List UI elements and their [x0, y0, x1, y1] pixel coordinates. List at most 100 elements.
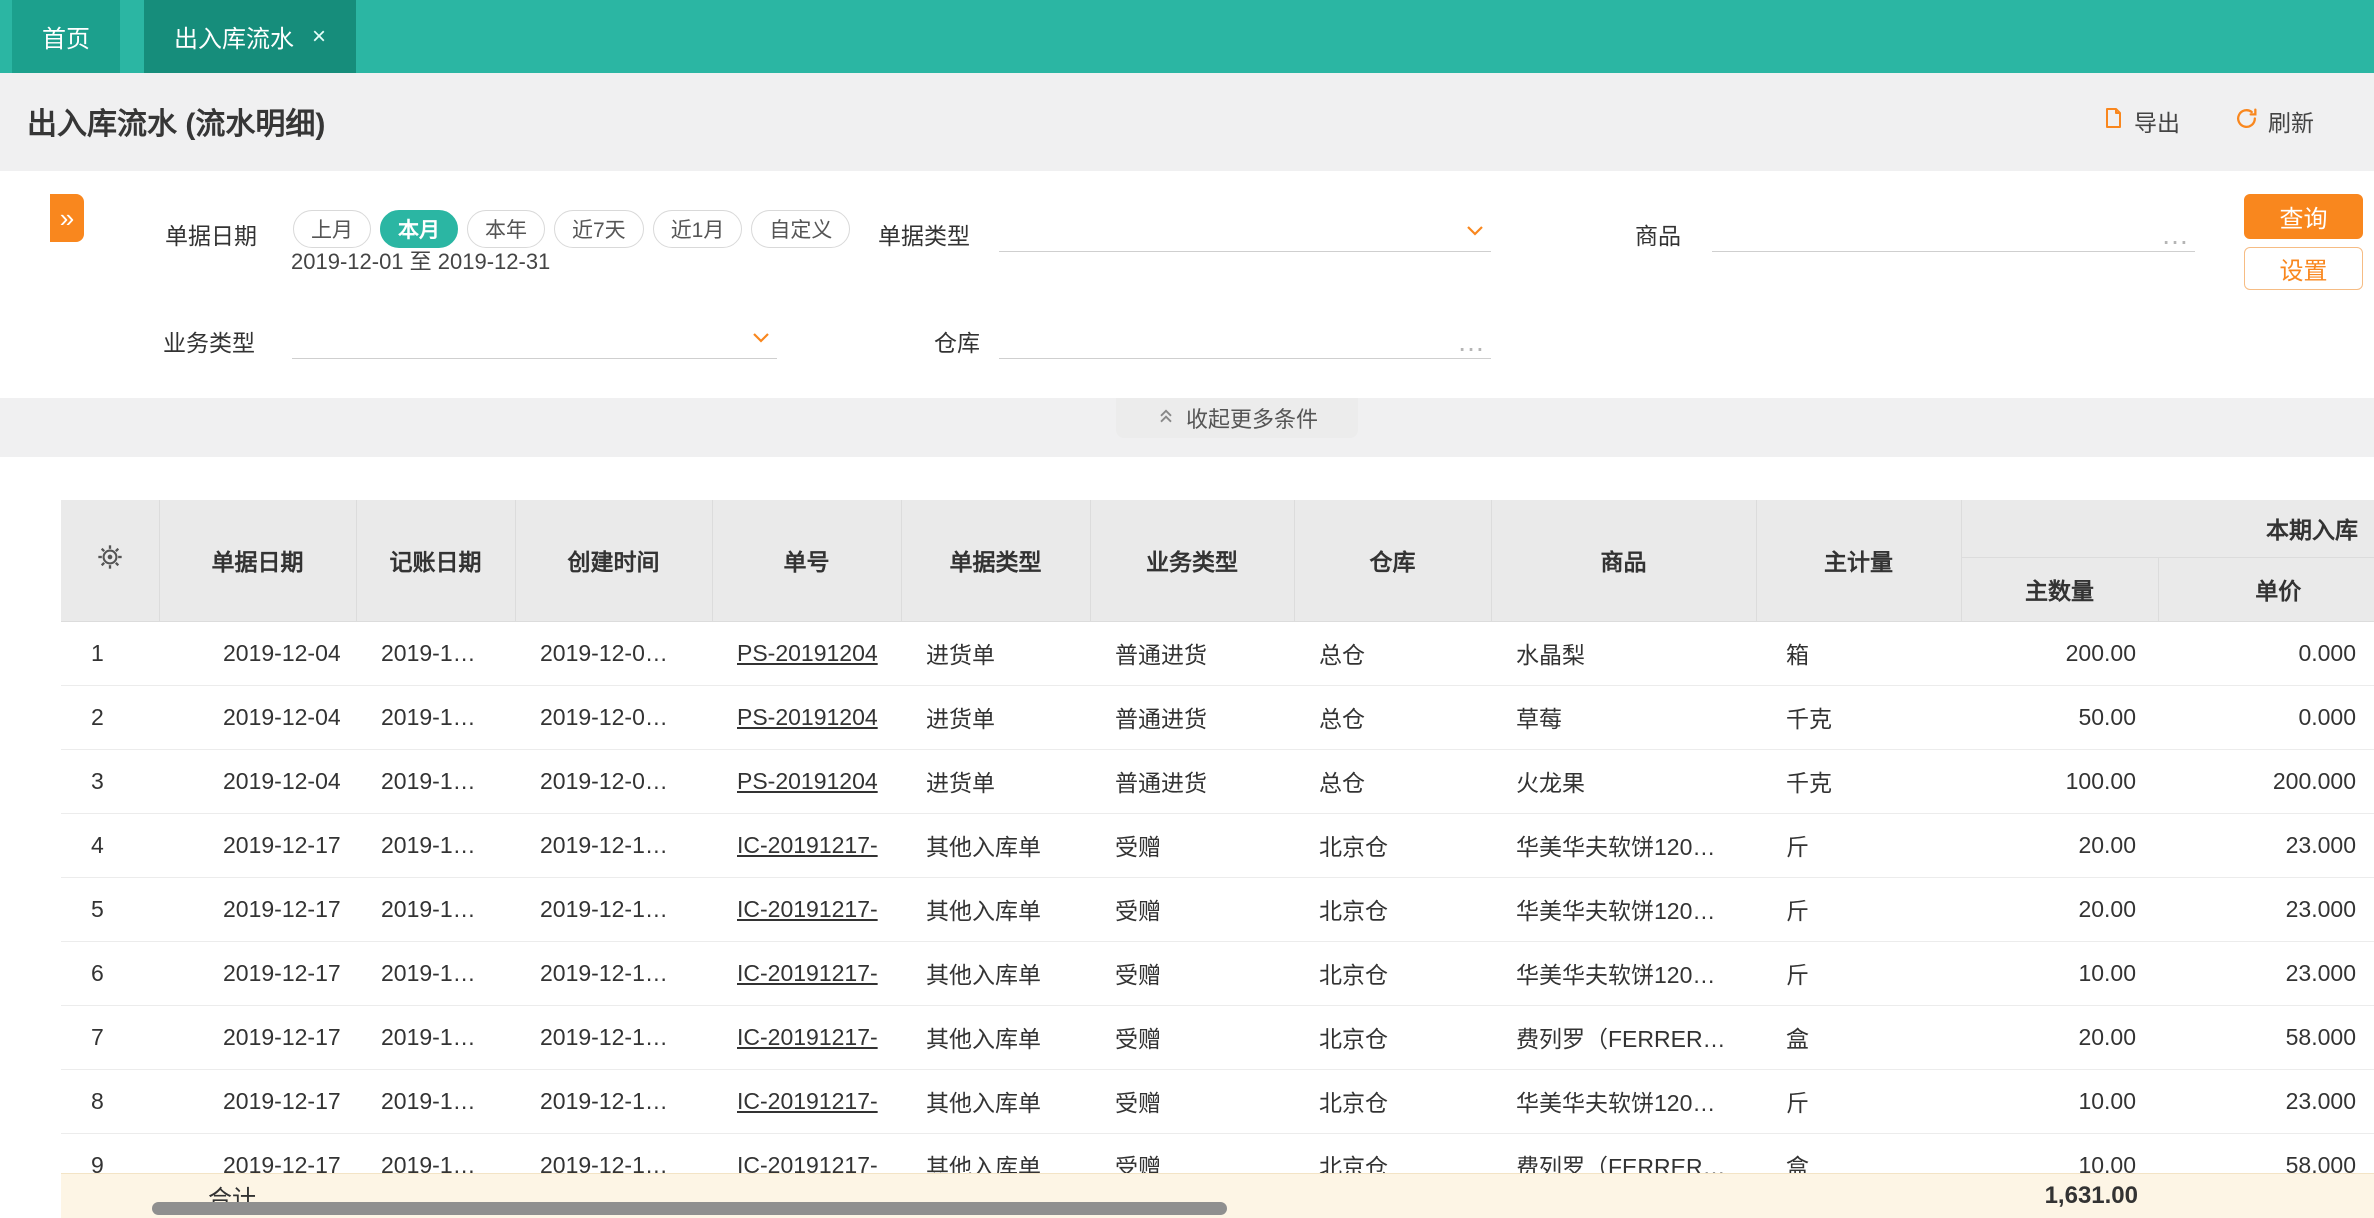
table-cell: 20.00 [1961, 813, 2158, 878]
table-cell: 2019-12-17 [159, 1005, 356, 1070]
table-cell: 2019-12-1… [515, 813, 712, 878]
table-cell: 10.00 [1961, 941, 2158, 1006]
table-cell: PS-20191204 [712, 685, 901, 750]
table-row[interactable]: 3 2019-12-04 2019-1… 2019-12-0… PS-20191204 进… [61, 749, 2374, 814]
date-pill-1[interactable]: 本月 [380, 210, 458, 248]
date-pill-2[interactable]: 本年 [467, 210, 545, 248]
table-cell: 其他入库单 [901, 1005, 1090, 1070]
table-cell: 2019-1… [356, 1069, 515, 1134]
table-cell: 受赠 [1090, 813, 1294, 878]
table-cell: 北京仓 [1294, 813, 1491, 878]
table-cell: 北京仓 [1294, 1005, 1491, 1070]
table-cell: 2019-12-1… [515, 1069, 712, 1134]
table-cell: 200.000 [2158, 749, 2374, 814]
table-cell: 2019-1… [356, 1005, 515, 1070]
col-create-time[interactable]: 创建时间 [515, 500, 713, 622]
tab-close-icon[interactable]: × [312, 23, 326, 51]
table-cell: 2019-12-0… [515, 749, 712, 814]
product-select[interactable]: … [1712, 212, 2195, 252]
export-button[interactable]: 导出 [2101, 104, 2180, 138]
doc-no-link[interactable]: PS-20191204 [737, 640, 878, 666]
table-cell: 2019-1… [356, 941, 515, 1006]
col-warehouse[interactable]: 仓库 [1294, 500, 1492, 622]
settings-button[interactable]: 设置 [2244, 247, 2363, 290]
col-unit-price[interactable]: 单价 [2158, 557, 2374, 622]
doc-no-link[interactable]: IC-20191217- [737, 960, 878, 986]
table-cell: 其他入库单 [901, 877, 1090, 942]
table-row[interactable]: 6 2019-12-17 2019-1… 2019-12-1… IC-20191217-… [61, 941, 2374, 1006]
export-icon [2101, 106, 2125, 136]
table-cell: 2019-12-04 [159, 685, 356, 750]
table-cell: 华美华夫软饼120… [1491, 941, 1756, 1006]
col-biz-type[interactable]: 业务类型 [1090, 500, 1295, 622]
table-cell: IC-20191217- [712, 877, 901, 942]
doc-no-link[interactable]: PS-20191204 [737, 768, 878, 794]
table-body: 1 2019-12-04 2019-1… 2019-12-0… PS-20191204 进… [61, 621, 2374, 1198]
warehouse-label: 仓库 [934, 330, 980, 356]
table-cell: 2019-12-17 [159, 1069, 356, 1134]
filter-collapse-side-button[interactable]: » [50, 194, 84, 242]
table-cell: 其他入库单 [901, 941, 1090, 1006]
table-cell: 2019-12-1… [515, 1005, 712, 1070]
doc-no-link[interactable]: IC-20191217- [737, 1088, 878, 1114]
col-doc-date[interactable]: 单据日期 [159, 500, 357, 622]
date-pill-3[interactable]: 近7天 [554, 210, 644, 248]
tab-home-label: 首页 [42, 26, 90, 53]
collapse-more-conditions[interactable]: 收起更多条件 [1116, 398, 1358, 438]
doc-no-link[interactable]: IC-20191217- [737, 1024, 878, 1050]
table-cell: 普通进货 [1090, 621, 1294, 686]
table-cell: 10.00 [1961, 1069, 2158, 1134]
doc-type-select[interactable] [999, 212, 1491, 252]
refresh-button[interactable]: 刷新 [2234, 104, 2314, 138]
table-cell: 1 [61, 621, 159, 686]
horizontal-scrollbar[interactable] [152, 1202, 1227, 1215]
col-main-unit[interactable]: 主计量 [1756, 500, 1962, 622]
table-cell: 2019-12-17 [159, 941, 356, 1006]
refresh-icon [2234, 106, 2259, 137]
table-row[interactable]: 5 2019-12-17 2019-1… 2019-12-1… IC-20191217-… [61, 877, 2374, 942]
col-doc-type[interactable]: 单据类型 [901, 500, 1091, 622]
doc-date-label: 单据日期 [165, 223, 257, 249]
table-cell: 2019-1… [356, 877, 515, 942]
table-cell: IC-20191217- [712, 941, 901, 1006]
product-more-icon[interactable]: … [2161, 221, 2191, 249]
table-cell: 斤 [1756, 1069, 1961, 1134]
table-row[interactable]: 1 2019-12-04 2019-1… 2019-12-0… PS-20191204 进… [61, 621, 2374, 686]
gear-icon [96, 545, 124, 576]
search-button[interactable]: 查询 [2244, 194, 2363, 239]
table-cell: 火龙果 [1491, 749, 1756, 814]
date-pill-4[interactable]: 近1月 [652, 210, 743, 248]
warehouse-select[interactable]: … [999, 319, 1491, 359]
col-product[interactable]: 商品 [1491, 500, 1757, 622]
doc-no-link[interactable]: IC-20191217- [737, 896, 878, 922]
tab-inout-flow[interactable]: 出入库流水 × [144, 0, 357, 73]
biz-type-select[interactable] [292, 319, 777, 359]
warehouse-more-icon[interactable]: … [1457, 328, 1487, 356]
table-cell: 进货单 [901, 621, 1090, 686]
doc-no-link[interactable]: IC-20191217- [737, 832, 878, 858]
table-cell: 华美华夫软饼120… [1491, 813, 1756, 878]
doc-no-link[interactable]: PS-20191204 [737, 704, 878, 730]
table-row[interactable]: 7 2019-12-17 2019-1… 2019-12-1… IC-20191217-… [61, 1005, 2374, 1070]
column-config-button[interactable] [61, 500, 160, 622]
table-cell: 千克 [1756, 685, 1961, 750]
table-cell: 华美华夫软饼120… [1491, 1069, 1756, 1134]
table-cell: 总仓 [1294, 621, 1491, 686]
col-account-date[interactable]: 记账日期 [356, 500, 516, 622]
date-pill-0[interactable]: 上月 [293, 210, 371, 248]
table-cell: 箱 [1756, 621, 1961, 686]
table-row[interactable]: 2 2019-12-04 2019-1… 2019-12-0… PS-20191204 进… [61, 685, 2374, 750]
date-range-value[interactable]: 2019-12-01 至 2019-12-31 [291, 244, 550, 276]
table-row[interactable]: 8 2019-12-17 2019-1… 2019-12-1… IC-20191217-… [61, 1069, 2374, 1134]
double-chevron-up-icon [1156, 405, 1176, 431]
table-cell: 费列罗（FERRER… [1491, 1005, 1756, 1070]
col-main-qty[interactable]: 主数量 [1961, 557, 2159, 622]
table-cell: 受赠 [1090, 1069, 1294, 1134]
table-row[interactable]: 4 2019-12-17 2019-1… 2019-12-1… IC-20191217-… [61, 813, 2374, 878]
date-pill-5[interactable]: 自定义 [751, 210, 851, 248]
col-doc-no[interactable]: 单号 [712, 500, 902, 622]
table-cell: 0.000 [2158, 621, 2374, 686]
table-cell: 2019-12-1… [515, 941, 712, 1006]
table-cell: 2019-12-17 [159, 877, 356, 942]
tab-home[interactable]: 首页 [12, 0, 120, 73]
